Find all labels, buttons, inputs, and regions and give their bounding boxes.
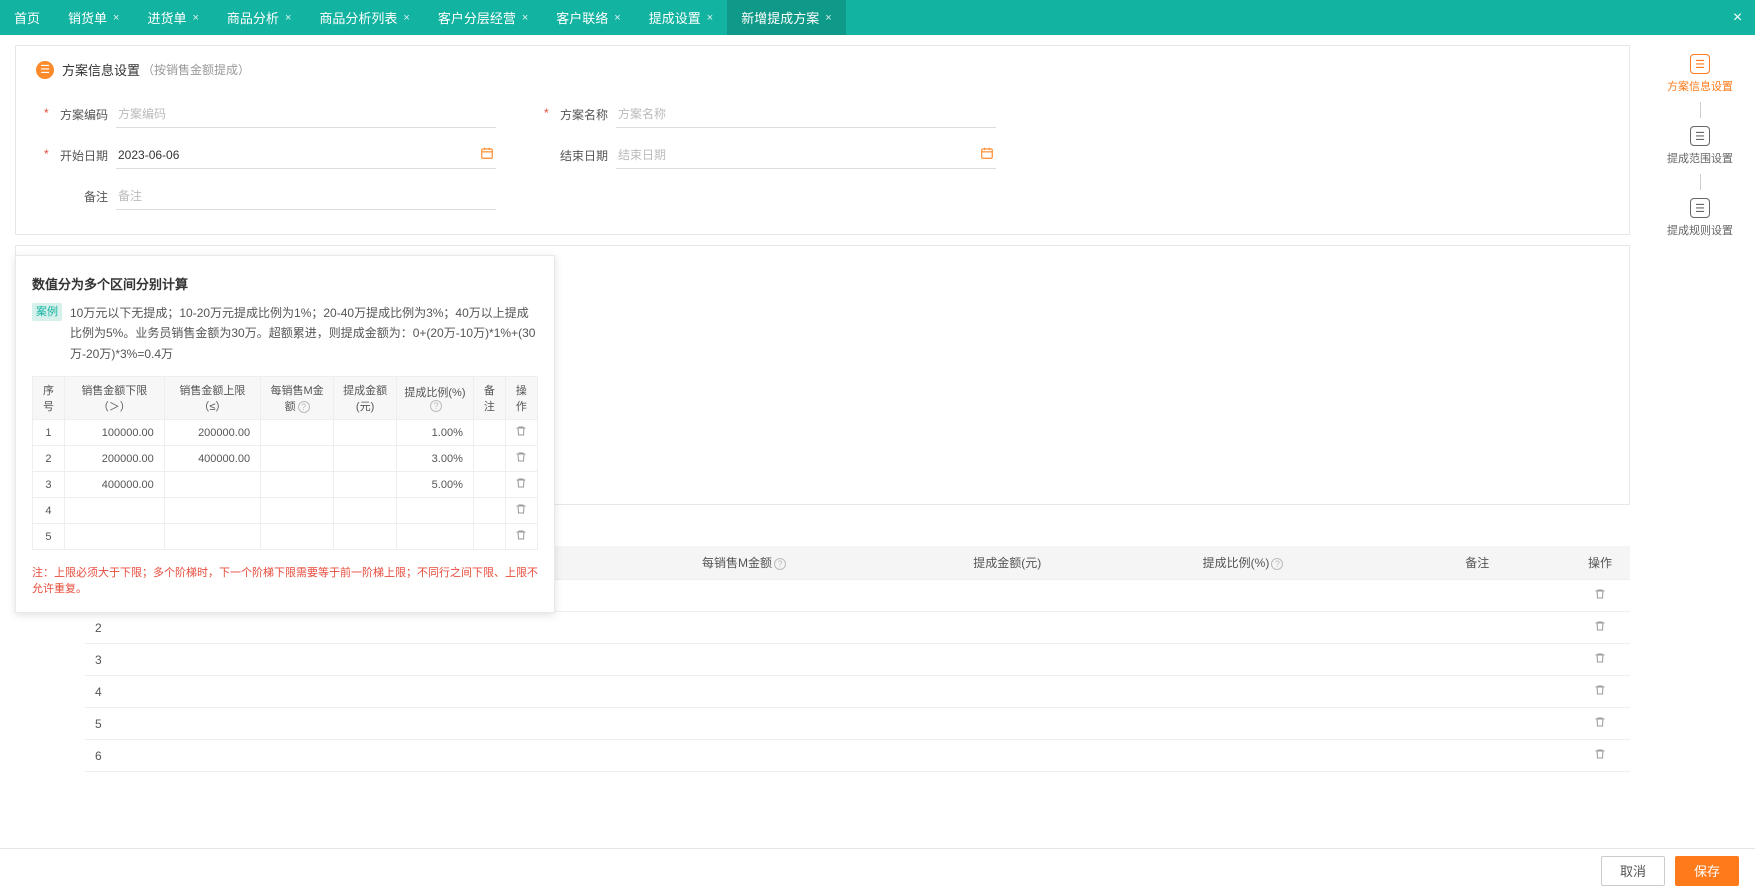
col-action: 操作	[1570, 546, 1630, 580]
remark-input[interactable]	[116, 183, 496, 210]
plan-info-card: ☰ 方案信息设置 （按销售金额提成） 方案编码 方案名称	[15, 45, 1630, 235]
table-row[interactable]: 2	[85, 612, 1630, 644]
col-per-m: 每销售M金额?	[692, 546, 963, 580]
tab-客户分层经营[interactable]: 客户分层经营×	[424, 0, 542, 35]
delete-row-icon[interactable]	[1594, 653, 1606, 667]
tab-close-icon[interactable]: ×	[113, 12, 119, 24]
help-icon[interactable]: ?	[298, 401, 310, 413]
help-icon[interactable]: ?	[430, 400, 442, 412]
ex-col-perm: 每销售M金额?	[261, 377, 334, 420]
example-tag: 案例	[32, 303, 62, 321]
example-table-row: 3400000.005.00%	[33, 472, 538, 498]
col-ratio: 提成比例(%)?	[1193, 546, 1456, 580]
tab-close-icon[interactable]: ×	[707, 12, 713, 24]
anchor-icon: ☰	[1690, 54, 1710, 74]
delete-row-icon[interactable]	[515, 532, 527, 544]
anchor-提成规则设置[interactable]: ☰ 提成规则设置	[1667, 194, 1733, 242]
tab-close-icon[interactable]: ×	[825, 12, 831, 24]
footer-bar: 取消 保存	[0, 848, 1755, 892]
nav-divider	[1700, 174, 1701, 190]
start-date-input[interactable]	[116, 142, 496, 169]
tab-商品分析[interactable]: 商品分析×	[213, 0, 305, 35]
tab-客户联络[interactable]: 客户联络×	[542, 0, 634, 35]
anchor-提成范围设置[interactable]: ☰ 提成范围设置	[1667, 122, 1733, 170]
example-table-row: 4	[33, 498, 538, 524]
ex-col-amount: 提成金额(元)	[334, 377, 397, 420]
plan-code-input[interactable]	[116, 101, 496, 128]
tab-close-icon[interactable]: ×	[285, 12, 291, 24]
anchor-icon: ☰	[1690, 198, 1710, 218]
delete-row-icon[interactable]	[1594, 589, 1606, 603]
tab-销货单[interactable]: 销货单×	[54, 0, 133, 35]
top-tabs-bar: 首页销货单×进货单×商品分析×商品分析列表×客户分层经营×客户联络×提成设置×新…	[0, 0, 1755, 35]
example-table-row: 1100000.00200000.001.00%	[33, 420, 538, 446]
calendar-icon[interactable]	[480, 146, 494, 160]
ex-col-remark: 备注	[473, 377, 505, 420]
delete-row-icon[interactable]	[515, 454, 527, 466]
help-icon[interactable]: ?	[774, 558, 786, 570]
ex-col-high: 销售金额上限（≤）	[164, 377, 260, 420]
section-title: 方案信息设置	[62, 60, 140, 79]
section-icon: ☰	[36, 61, 54, 79]
plan-name-label: 方案名称	[536, 106, 616, 123]
delete-row-icon[interactable]	[515, 480, 527, 492]
end-date-input[interactable]	[616, 142, 996, 169]
section-subtitle: （按销售金额提成）	[142, 61, 250, 78]
table-row[interactable]: 5	[85, 708, 1630, 740]
end-date-label: 结束日期	[536, 147, 616, 164]
cancel-button[interactable]: 取消	[1601, 856, 1665, 886]
table-row[interactable]: 6	[85, 740, 1630, 772]
example-table: 序号 销售金额下限（＞） 销售金额上限（≤） 每销售M金额? 提成金额(元) 提…	[32, 376, 538, 550]
plan-code-label: 方案编码	[36, 106, 116, 123]
table-row[interactable]: 3	[85, 644, 1630, 676]
remark-label: 备注	[36, 188, 116, 205]
help-icon[interactable]: ?	[1271, 558, 1283, 570]
plan-name-input[interactable]	[616, 101, 996, 128]
ex-col-action: 操作	[505, 377, 537, 420]
close-all-tabs-button[interactable]: ×	[1720, 0, 1755, 35]
anchor-label: 提成范围设置	[1667, 150, 1733, 166]
anchor-方案信息设置[interactable]: ☰ 方案信息设置	[1667, 50, 1733, 98]
example-text: 10万元以下无提成；10-20万元提成比例为1%；20-40万提成比例为3%；4…	[70, 303, 538, 364]
ex-col-ratio: 提成比例(%)?	[397, 377, 474, 420]
tab-close-icon[interactable]: ×	[192, 12, 198, 24]
col-amount: 提成金额(元)	[963, 546, 1192, 580]
tooltip-note: 注：上限必须大于下限；多个阶梯时，下一个阶梯下限需要等于前一阶梯上限；不同行之间…	[32, 564, 538, 596]
start-date-label: 开始日期	[36, 147, 116, 164]
col-remark: 备注	[1455, 546, 1570, 580]
nav-divider	[1700, 102, 1701, 118]
delete-row-icon[interactable]	[515, 428, 527, 440]
anchor-label: 提成规则设置	[1667, 222, 1733, 238]
example-table-row: 2200000.00400000.003.00%	[33, 446, 538, 472]
ex-col-idx: 序号	[33, 377, 65, 420]
delete-row-icon[interactable]	[1594, 717, 1606, 731]
tooltip-title: 数值分为多个区间分别计算	[32, 274, 538, 293]
delete-row-icon[interactable]	[1594, 749, 1606, 763]
delete-row-icon[interactable]	[1594, 685, 1606, 699]
anchor-nav: ☰ 方案信息设置 ☰ 提成范围设置 ☰ 提成规则设置	[1645, 35, 1755, 832]
tab-close-icon[interactable]: ×	[522, 12, 528, 24]
table-row[interactable]: 4	[85, 676, 1630, 708]
tab-商品分析列表[interactable]: 商品分析列表×	[305, 0, 423, 35]
delete-row-icon[interactable]	[515, 506, 527, 518]
tab-close-icon[interactable]: ×	[614, 12, 620, 24]
tab-close-icon[interactable]: ×	[403, 12, 409, 24]
anchor-icon: ☰	[1690, 126, 1710, 146]
tab-提成设置[interactable]: 提成设置×	[635, 0, 727, 35]
delete-row-icon[interactable]	[1594, 621, 1606, 635]
calc-rule-tooltip: 数值分为多个区间分别计算 案例 10万元以下无提成；10-20万元提成比例为1%…	[15, 255, 555, 613]
example-table-row: 5	[33, 524, 538, 550]
calendar-icon[interactable]	[980, 146, 994, 160]
tab-进货单[interactable]: 进货单×	[133, 0, 212, 35]
tab-首页[interactable]: 首页	[0, 0, 54, 35]
save-button[interactable]: 保存	[1675, 856, 1739, 886]
anchor-label: 方案信息设置	[1667, 78, 1733, 94]
ex-col-low: 销售金额下限（＞）	[64, 377, 164, 420]
tab-新增提成方案[interactable]: 新增提成方案×	[727, 0, 845, 35]
